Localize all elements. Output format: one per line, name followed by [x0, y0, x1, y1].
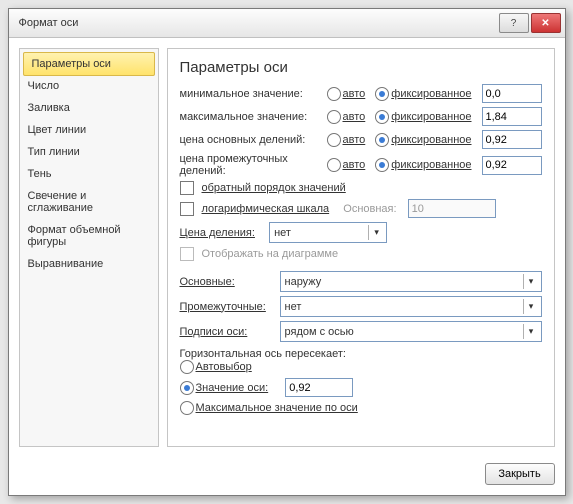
close-window-button[interactable]: ✕	[531, 13, 561, 33]
radio-max-fixed[interactable]: фиксированное	[375, 110, 471, 124]
input-log-base	[408, 199, 496, 218]
radio-min-auto[interactable]: авто	[327, 87, 366, 101]
select-minor-tick[interactable]: нет ▾	[280, 296, 542, 317]
row-show-on-chart: Отображать на диаграмме	[180, 247, 542, 261]
radio-min-fixed[interactable]: фиксированное	[375, 87, 471, 101]
label-minor-tick: Промежуточные:	[180, 301, 280, 313]
tick-grid: Основные: наружу ▾ Промежуточные: нет ▾ …	[180, 271, 542, 342]
radio-major-auto[interactable]: авто	[327, 133, 366, 147]
label-axis-labels: Подписи оси:	[180, 326, 280, 338]
label-max: максимальное значение:	[180, 111, 323, 123]
label-division-price: Цена деления:	[180, 227, 255, 239]
label-log-base: Основная:	[343, 203, 396, 215]
row-cross-max: Максимальное значение по оси	[180, 401, 542, 415]
sidebar: Параметры оси Число Заливка Цвет линии Т…	[19, 48, 159, 447]
chevron-down-icon: ▾	[523, 299, 539, 314]
sidebar-item-shadow[interactable]: Тень	[20, 163, 158, 185]
input-min[interactable]	[482, 84, 542, 103]
window-title: Формат оси	[19, 17, 499, 29]
sidebar-item-number[interactable]: Число	[20, 75, 158, 97]
label-log: логарифмическая шкала	[202, 203, 330, 215]
radio-icon	[327, 110, 341, 124]
checkbox-show-on-chart	[180, 247, 194, 261]
radio-icon	[327, 133, 341, 147]
sidebar-item-glow[interactable]: Свечение и сглаживание	[20, 185, 158, 219]
radio-icon	[375, 158, 389, 172]
row-cross-value: Значение оси:	[180, 378, 542, 397]
row-min: минимальное значение: авто фиксированное	[180, 84, 542, 103]
row-reverse: обратный порядок значений	[180, 181, 542, 195]
input-max[interactable]	[482, 107, 542, 126]
label-minor-unit: цена промежуточных делений:	[180, 153, 323, 177]
radio-icon	[180, 401, 194, 415]
sidebar-item-axis-params[interactable]: Параметры оси	[23, 52, 155, 76]
radio-icon	[180, 360, 194, 374]
row-division-price: Цена деления: нет ▾	[180, 222, 542, 243]
row-max: максимальное значение: авто фиксированно…	[180, 107, 542, 126]
dialog-footer: Закрыть	[9, 457, 565, 495]
chevron-down-icon: ▾	[523, 324, 539, 339]
sidebar-item-fill[interactable]: Заливка	[20, 97, 158, 119]
radio-icon	[375, 110, 389, 124]
select-axis-labels[interactable]: рядом с осью ▾	[280, 321, 542, 342]
help-button[interactable]: ?	[499, 13, 529, 33]
titlebar: Формат оси ? ✕	[9, 9, 565, 38]
sidebar-item-line-color[interactable]: Цвет линии	[20, 119, 158, 141]
row-log: логарифмическая шкала Основная:	[180, 199, 542, 218]
radio-minor-fixed[interactable]: фиксированное	[375, 158, 471, 172]
content-panel: Параметры оси минимальное значение: авто…	[167, 48, 555, 447]
radio-major-fixed[interactable]: фиксированное	[375, 133, 471, 147]
radio-icon	[327, 87, 341, 101]
chevron-down-icon: ▾	[368, 225, 384, 240]
label-major-unit: цена основных делений:	[180, 134, 323, 146]
radio-cross-auto[interactable]: Автовыбор	[180, 360, 252, 374]
sidebar-item-line-type[interactable]: Тип линии	[20, 141, 158, 163]
row-major-unit: цена основных делений: авто фиксированно…	[180, 130, 542, 149]
dialog-body: Параметры оси Число Заливка Цвет линии Т…	[9, 38, 565, 457]
close-button[interactable]: Закрыть	[485, 463, 555, 485]
label-show-on-chart: Отображать на диаграмме	[202, 248, 339, 260]
radio-icon	[327, 158, 341, 172]
dialog-window: Формат оси ? ✕ Параметры оси Число Залив…	[8, 8, 566, 496]
select-major-tick[interactable]: наружу ▾	[280, 271, 542, 292]
row-cross-auto: Автовыбор	[180, 360, 542, 374]
label-reverse: обратный порядок значений	[202, 182, 346, 194]
radio-cross-max[interactable]: Максимальное значение по оси	[180, 401, 358, 415]
sidebar-item-align[interactable]: Выравнивание	[20, 253, 158, 275]
close-icon: ✕	[541, 18, 549, 29]
titlebar-buttons: ? ✕	[499, 13, 561, 33]
content-heading: Параметры оси	[180, 59, 542, 76]
checkbox-reverse[interactable]	[180, 181, 194, 195]
help-icon: ?	[511, 18, 517, 29]
row-minor-unit: цена промежуточных делений: авто фиксиро…	[180, 153, 542, 177]
chevron-down-icon: ▾	[523, 274, 539, 289]
input-cross-value[interactable]	[285, 378, 353, 397]
label-min: минимальное значение:	[180, 88, 323, 100]
radio-icon	[375, 133, 389, 147]
sidebar-item-3d[interactable]: Формат объемной фигуры	[20, 219, 158, 253]
radio-icon	[375, 87, 389, 101]
input-minor-unit[interactable]	[482, 156, 542, 175]
input-major-unit[interactable]	[482, 130, 542, 149]
select-division-price[interactable]: нет ▾	[269, 222, 387, 243]
radio-cross-value[interactable]: Значение оси:	[180, 381, 269, 395]
radio-icon	[180, 381, 194, 395]
radio-max-auto[interactable]: авто	[327, 110, 366, 124]
label-major-tick: Основные:	[180, 276, 280, 288]
checkbox-log[interactable]	[180, 202, 194, 216]
cross-heading: Горизонтальная ось пересекает:	[180, 348, 542, 360]
radio-minor-auto[interactable]: авто	[327, 158, 366, 172]
